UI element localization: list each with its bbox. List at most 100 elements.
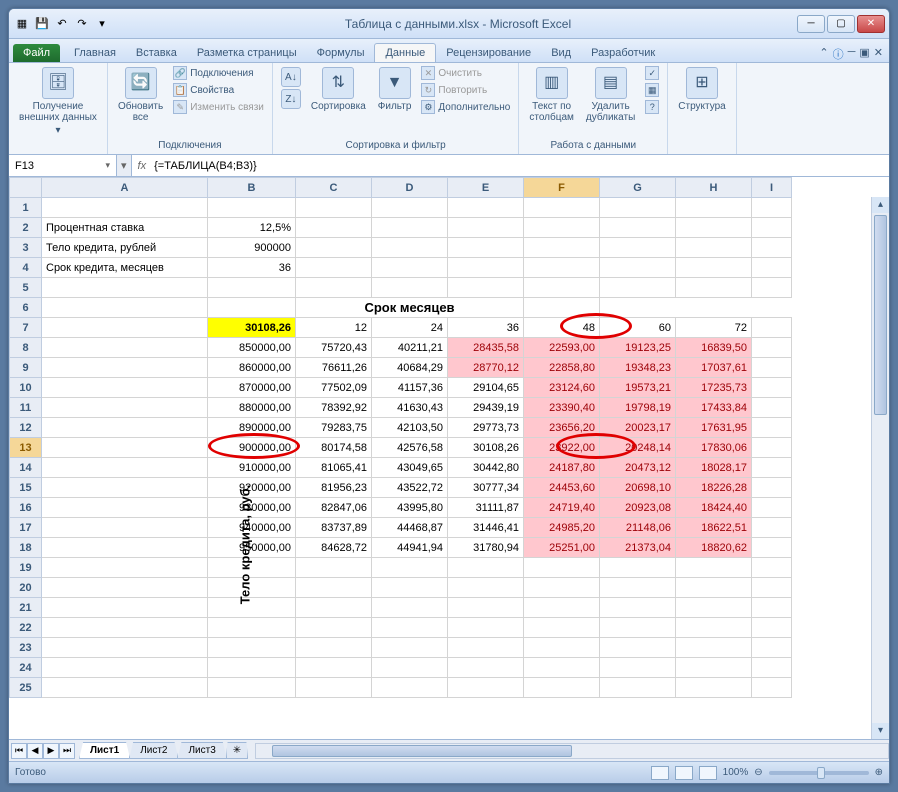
row-header-15[interactable]: 15	[10, 478, 42, 498]
cell-B22[interactable]	[208, 618, 296, 638]
advanced-filter-button[interactable]: ⚙Дополнительно	[419, 99, 512, 115]
cell-H19[interactable]	[676, 558, 752, 578]
col-header-C[interactable]: C	[296, 178, 372, 198]
cell-E11[interactable]: 29439,19	[448, 398, 524, 418]
cell-I17[interactable]	[752, 518, 792, 538]
cell-H10[interactable]: 17235,73	[676, 378, 752, 398]
cell-D20[interactable]	[372, 578, 448, 598]
cell-C21[interactable]	[296, 598, 372, 618]
col-header-D[interactable]: D	[372, 178, 448, 198]
cell-G24[interactable]	[600, 658, 676, 678]
col-header-B[interactable]: B	[208, 178, 296, 198]
cell-C12[interactable]: 79283,75	[296, 418, 372, 438]
sheet-tab-3[interactable]: Лист3	[177, 742, 226, 759]
cell-C3[interactable]	[296, 238, 372, 258]
cell-H25[interactable]	[676, 678, 752, 698]
cell-F2[interactable]	[524, 218, 600, 238]
cell-C11[interactable]: 78392,92	[296, 398, 372, 418]
cell-A15[interactable]	[42, 478, 208, 498]
cell-I9[interactable]	[752, 358, 792, 378]
cell-G5[interactable]	[600, 278, 676, 298]
cell-H13[interactable]: 17830,06	[676, 438, 752, 458]
cell-B9[interactable]: 860000,00	[208, 358, 296, 378]
row-header-23[interactable]: 23	[10, 638, 42, 658]
cell-B24[interactable]	[208, 658, 296, 678]
cell-A17[interactable]	[42, 518, 208, 538]
cell-E25[interactable]	[448, 678, 524, 698]
cell-G21[interactable]	[600, 598, 676, 618]
cell-C8[interactable]: 75720,43	[296, 338, 372, 358]
outline-button[interactable]: ⊞ Структура	[674, 65, 729, 114]
tab-review[interactable]: Рецензирование	[436, 44, 541, 62]
zoom-out-button[interactable]: ⊖	[754, 767, 762, 778]
cell-I21[interactable]	[752, 598, 792, 618]
tab-file[interactable]: Файл	[13, 44, 60, 62]
cell-F18[interactable]: 25251,00	[524, 538, 600, 558]
cell-I3[interactable]	[752, 238, 792, 258]
cell-F9[interactable]: 22858,80	[524, 358, 600, 378]
col-header-H[interactable]: H	[676, 178, 752, 198]
tab-data[interactable]: Данные	[374, 43, 436, 62]
cell-G8[interactable]: 19123,25	[600, 338, 676, 358]
scroll-up-icon[interactable]: ▴	[872, 197, 889, 213]
tab-insert[interactable]: Вставка	[126, 44, 187, 62]
cell-F20[interactable]	[524, 578, 600, 598]
minimize-button[interactable]: ─	[797, 15, 825, 33]
cell-I13[interactable]	[752, 438, 792, 458]
ribbon-win-min-icon[interactable]: ─	[848, 46, 856, 62]
cell-H18[interactable]: 18820,62	[676, 538, 752, 558]
cell-F14[interactable]: 24187,80	[524, 458, 600, 478]
cell-G1[interactable]	[600, 198, 676, 218]
cell-E19[interactable]	[448, 558, 524, 578]
cell-G2[interactable]	[600, 218, 676, 238]
cell-C25[interactable]	[296, 678, 372, 698]
row-header-22[interactable]: 22	[10, 618, 42, 638]
save-icon[interactable]: 💾	[33, 15, 51, 33]
cell-D4[interactable]	[372, 258, 448, 278]
cell-A2[interactable]: Процентная ставка	[42, 218, 208, 238]
cell-D12[interactable]: 42103,50	[372, 418, 448, 438]
tab-home[interactable]: Главная	[64, 44, 126, 62]
cell-A1[interactable]	[42, 198, 208, 218]
help-icon[interactable]: ⓘ	[833, 46, 844, 62]
cell-C13[interactable]: 80174,58	[296, 438, 372, 458]
scroll-thumb[interactable]	[874, 215, 887, 415]
cell-D7[interactable]: 24	[372, 318, 448, 338]
cell-D24[interactable]	[372, 658, 448, 678]
cell-A20[interactable]	[42, 578, 208, 598]
cell-B12[interactable]: 890000,00	[208, 418, 296, 438]
cell-D25[interactable]	[372, 678, 448, 698]
cell-I12[interactable]	[752, 418, 792, 438]
row-header-8[interactable]: 8	[10, 338, 42, 358]
cell-C1[interactable]	[296, 198, 372, 218]
cell-D23[interactable]	[372, 638, 448, 658]
cell-H7[interactable]: 72	[676, 318, 752, 338]
cell-D17[interactable]: 44468,87	[372, 518, 448, 538]
cell-G3[interactable]	[600, 238, 676, 258]
row-header-25[interactable]: 25	[10, 678, 42, 698]
col-header-E[interactable]: E	[448, 178, 524, 198]
cell-A22[interactable]	[42, 618, 208, 638]
sheet-nav-first[interactable]: ⏮	[11, 743, 27, 759]
cell-C23[interactable]	[296, 638, 372, 658]
col-header-F[interactable]: F	[524, 178, 600, 198]
zoom-thumb[interactable]	[817, 767, 825, 779]
sort-az-button[interactable]: A↓ Z↓	[279, 65, 303, 111]
cell-H1[interactable]	[676, 198, 752, 218]
cell-G22[interactable]	[600, 618, 676, 638]
what-if-button[interactable]: ?	[643, 99, 661, 115]
cell-D16[interactable]: 43995,80	[372, 498, 448, 518]
scroll-down-icon[interactable]: ▾	[872, 723, 889, 739]
row-header-19[interactable]: 19	[10, 558, 42, 578]
cell-F5[interactable]	[524, 278, 600, 298]
cell-B11[interactable]: 880000,00	[208, 398, 296, 418]
normal-view-button[interactable]	[651, 766, 669, 780]
close-button[interactable]: ✕	[857, 15, 885, 33]
cell-I6[interactable]	[524, 298, 600, 318]
hscroll-thumb[interactable]	[272, 745, 572, 757]
cell-F11[interactable]: 23390,40	[524, 398, 600, 418]
cell-H11[interactable]: 17433,84	[676, 398, 752, 418]
cell-E20[interactable]	[448, 578, 524, 598]
cell-E2[interactable]	[448, 218, 524, 238]
cell-F23[interactable]	[524, 638, 600, 658]
